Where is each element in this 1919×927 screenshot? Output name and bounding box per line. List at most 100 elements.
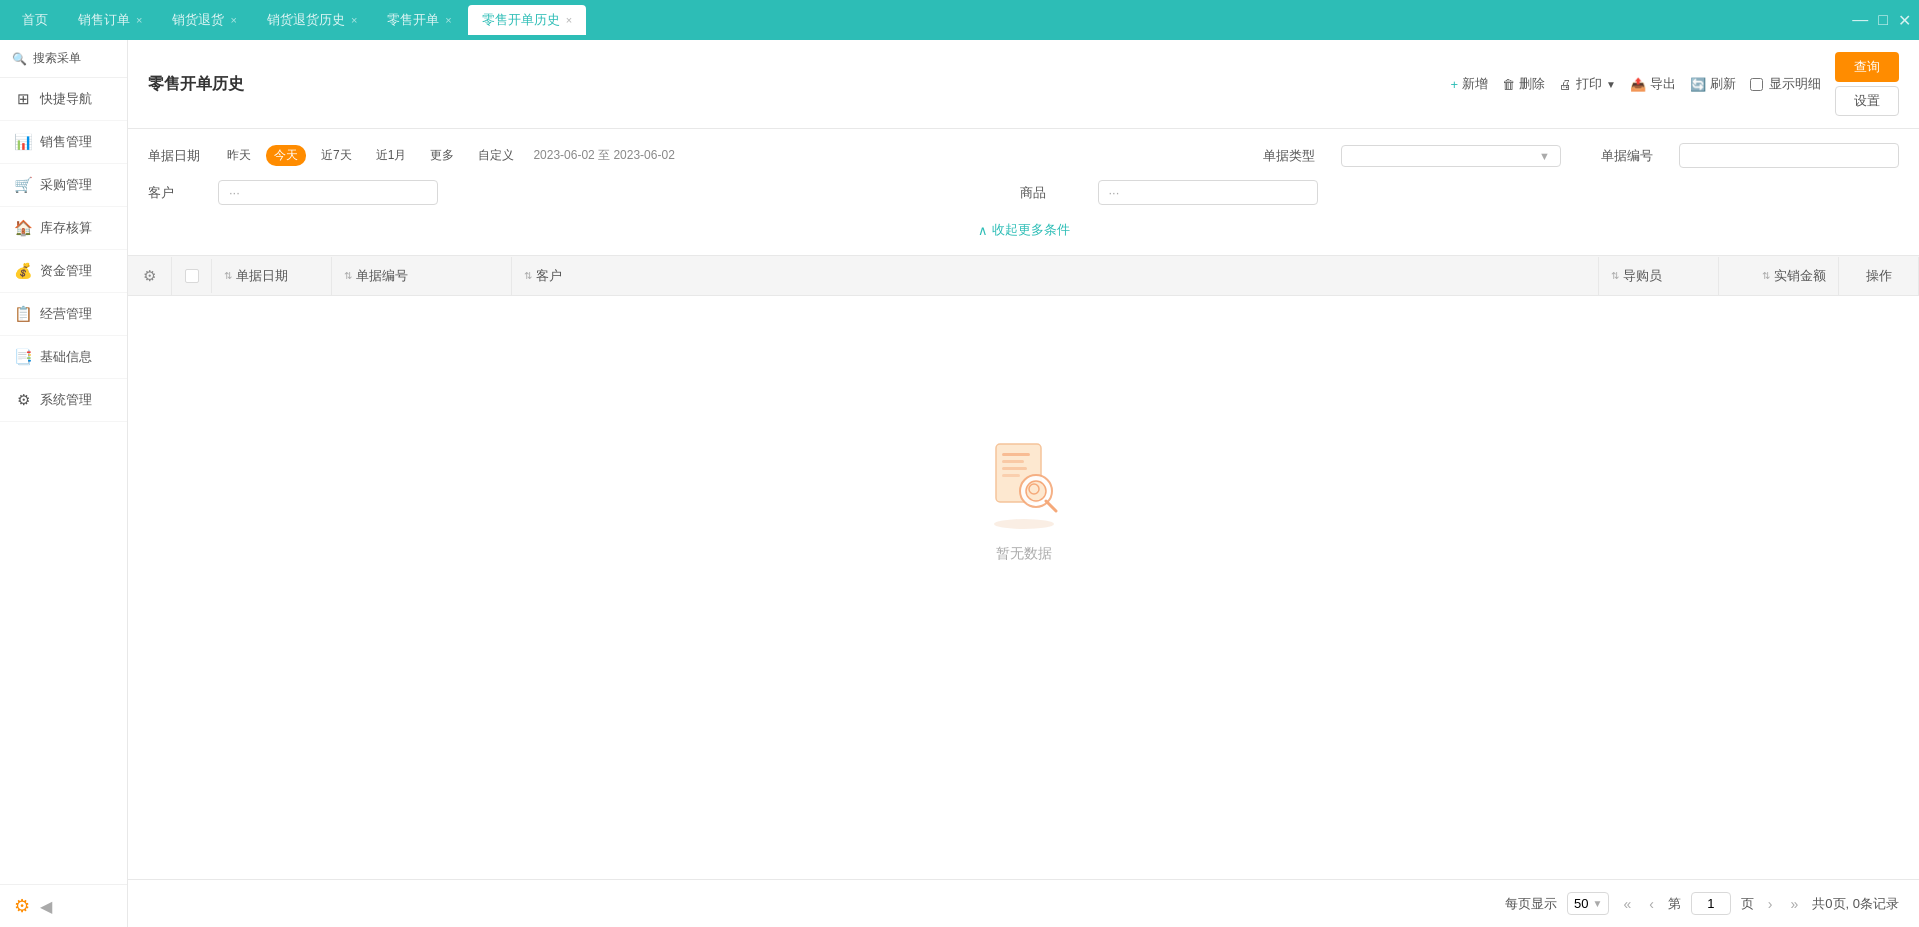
search-icon: 🔍 (12, 52, 27, 66)
pagination: 每页显示 50 ▼ « ‹ 第 页 › » 共0页, 0条记录 (128, 879, 1919, 927)
tab-sales-order-close[interactable]: × (136, 14, 142, 26)
per-page-select[interactable]: 50 ▼ (1567, 892, 1609, 915)
refresh-button[interactable]: 🔄 刷新 (1690, 75, 1736, 93)
tab-retail-open-close[interactable]: × (445, 14, 451, 26)
display-detail-label: 显示明细 (1769, 75, 1821, 93)
refresh-label: 刷新 (1710, 75, 1736, 93)
th-date[interactable]: ⇅ 单据日期 (212, 257, 332, 295)
th-amount[interactable]: ⇅ 实销金额 (1719, 257, 1839, 295)
sidebar-item-quick-nav[interactable]: ⊞ 快捷导航 (0, 78, 127, 121)
tab-retail-open-history-close[interactable]: × (566, 14, 572, 26)
th-num[interactable]: ⇅ 单据编号 (332, 257, 512, 295)
pagination-prev-btn[interactable]: ‹ (1645, 894, 1658, 914)
filter-group-goods: 商品 ··· (1020, 180, 1318, 205)
delete-icon: 🗑 (1502, 77, 1515, 92)
date-btn-last7[interactable]: 近7天 (312, 144, 361, 167)
window-maximize-icon[interactable]: □ (1878, 11, 1888, 29)
th-settings[interactable]: ⚙ (128, 257, 172, 295)
th-date-label: 单据日期 (236, 267, 288, 285)
th-amount-sort-icon: ⇅ (1762, 270, 1770, 281)
th-customer[interactable]: ⇅ 客户 (512, 257, 1599, 295)
doc-num-input[interactable] (1679, 143, 1899, 168)
sidebar-item-inventory[interactable]: 🏠 库存核算 (0, 207, 127, 250)
filter-row-2: 客户 ··· 商品 ··· (148, 180, 1899, 205)
sidebar-search-label: 搜索采单 (33, 50, 81, 67)
quick-nav-icon: ⊞ (14, 90, 32, 108)
sidebar-item-finance-mgmt-label: 资金管理 (40, 262, 92, 280)
collapse-bar[interactable]: ∧ 收起更多条件 (148, 217, 1899, 247)
finance-mgmt-icon: 💰 (14, 262, 32, 280)
pagination-page-input[interactable] (1691, 892, 1731, 915)
pagination-next-btn[interactable]: › (1764, 894, 1777, 914)
pagination-first-btn[interactable]: « (1619, 894, 1635, 914)
tab-sales-order[interactable]: 销售订单 × (64, 5, 156, 35)
setting-button[interactable]: 设置 (1835, 86, 1899, 116)
basic-info-icon: 📑 (14, 348, 32, 366)
window-close-icon[interactable]: ✕ (1898, 11, 1911, 30)
th-action: 操作 (1839, 257, 1919, 295)
sidebar-item-business-mgmt[interactable]: 📋 经营管理 (0, 293, 127, 336)
tab-sales-return-history-close[interactable]: × (351, 14, 357, 26)
query-button[interactable]: 查询 (1835, 52, 1899, 82)
export-button[interactable]: 📤 导出 (1630, 75, 1676, 93)
tab-retail-open-label: 零售开单 (387, 11, 439, 29)
th-guide[interactable]: ⇅ 导购员 (1599, 257, 1719, 295)
th-customer-label: 客户 (536, 267, 562, 285)
collapse-up-icon: ∧ (978, 223, 988, 238)
tab-home[interactable]: 首页 (8, 5, 62, 35)
th-checkbox[interactable] (172, 259, 212, 293)
sales-mgmt-icon: 📊 (14, 133, 32, 151)
sidebar-item-purchase-mgmt[interactable]: 🛒 采购管理 (0, 164, 127, 207)
window-minimize-icon[interactable]: — (1852, 11, 1868, 29)
svg-point-0 (994, 519, 1054, 529)
tab-sales-return-close[interactable]: × (230, 14, 236, 26)
sidebar-item-finance-mgmt[interactable]: 💰 资金管理 (0, 250, 127, 293)
date-btn-more[interactable]: 更多 (421, 144, 463, 167)
main-layout: 🔍 搜索采单 ⊞ 快捷导航 📊 销售管理 🛒 采购管理 🏠 库存核算 💰 资金管… (0, 40, 1919, 927)
goods-select[interactable]: ··· (1098, 180, 1318, 205)
tab-bar: 首页 销售订单 × 销货退货 × 销货退货历史 × 零售开单 × 零售开单历史 … (0, 0, 1919, 40)
sidebar-item-purchase-mgmt-label: 采购管理 (40, 176, 92, 194)
header-checkbox[interactable] (185, 269, 199, 283)
business-mgmt-icon: 📋 (14, 305, 32, 323)
date-btn-custom[interactable]: 自定义 (469, 144, 523, 167)
goods-label: 商品 (1020, 184, 1090, 202)
sidebar-item-sales-mgmt[interactable]: 📊 销售管理 (0, 121, 127, 164)
date-btn-today[interactable]: 今天 (266, 145, 306, 166)
print-icon: 🖨 (1559, 77, 1572, 92)
display-detail-checkbox[interactable] (1750, 78, 1763, 91)
tab-sales-return-history[interactable]: 销货退货历史 × (253, 5, 371, 35)
tab-retail-open[interactable]: 零售开单 × (373, 5, 465, 35)
sidebar-search[interactable]: 🔍 搜索采单 (0, 40, 127, 78)
delete-button[interactable]: 🗑 删除 (1502, 75, 1545, 93)
doc-type-select[interactable]: ▼ (1341, 145, 1561, 167)
export-label: 导出 (1650, 75, 1676, 93)
doc-type-dropdown-icon: ▼ (1539, 150, 1550, 162)
tab-sales-return-label: 销货退货 (172, 11, 224, 29)
page-header: 零售开单历史 + 新增 🗑 删除 🖨 打印 ▼ 📤 导出 (128, 40, 1919, 129)
settings-bottom-icon[interactable]: ⚙ (14, 895, 30, 917)
sidebar-item-basic-info[interactable]: 📑 基础信息 (0, 336, 127, 379)
svg-rect-4 (1002, 467, 1027, 470)
th-customer-sort-icon: ⇅ (524, 270, 532, 281)
sidebar-item-system-mgmt[interactable]: ⚙ 系统管理 (0, 379, 127, 422)
tab-sales-return[interactable]: 销货退货 × (158, 5, 250, 35)
tab-retail-open-history[interactable]: 零售开单历史 × (468, 5, 586, 35)
date-btn-yesterday[interactable]: 昨天 (218, 144, 260, 167)
doc-num-label: 单据编号 (1601, 147, 1671, 165)
pagination-last-btn[interactable]: » (1787, 894, 1803, 914)
add-button[interactable]: + 新增 (1451, 75, 1489, 93)
date-range: 2023-06-02 至 2023-06-02 (533, 147, 674, 164)
print-button[interactable]: 🖨 打印 ▼ (1559, 75, 1616, 93)
pagination-page-suffix: 页 (1741, 895, 1754, 913)
settings-gear-icon[interactable]: ⚙ (143, 267, 156, 285)
date-btn-last-month[interactable]: 近1月 (367, 144, 416, 167)
sidebar-collapse-icon[interactable]: ◀ (40, 897, 52, 916)
filter-group-doc-num: 单据编号 (1601, 143, 1899, 168)
customer-select[interactable]: ··· (218, 180, 438, 205)
th-num-label: 单据编号 (356, 267, 408, 285)
print-dropdown-icon: ▼ (1606, 79, 1616, 90)
customer-ellipsis: ··· (229, 185, 240, 200)
sidebar-item-sales-mgmt-label: 销售管理 (40, 133, 92, 151)
display-detail-button[interactable]: 显示明细 (1750, 75, 1821, 93)
